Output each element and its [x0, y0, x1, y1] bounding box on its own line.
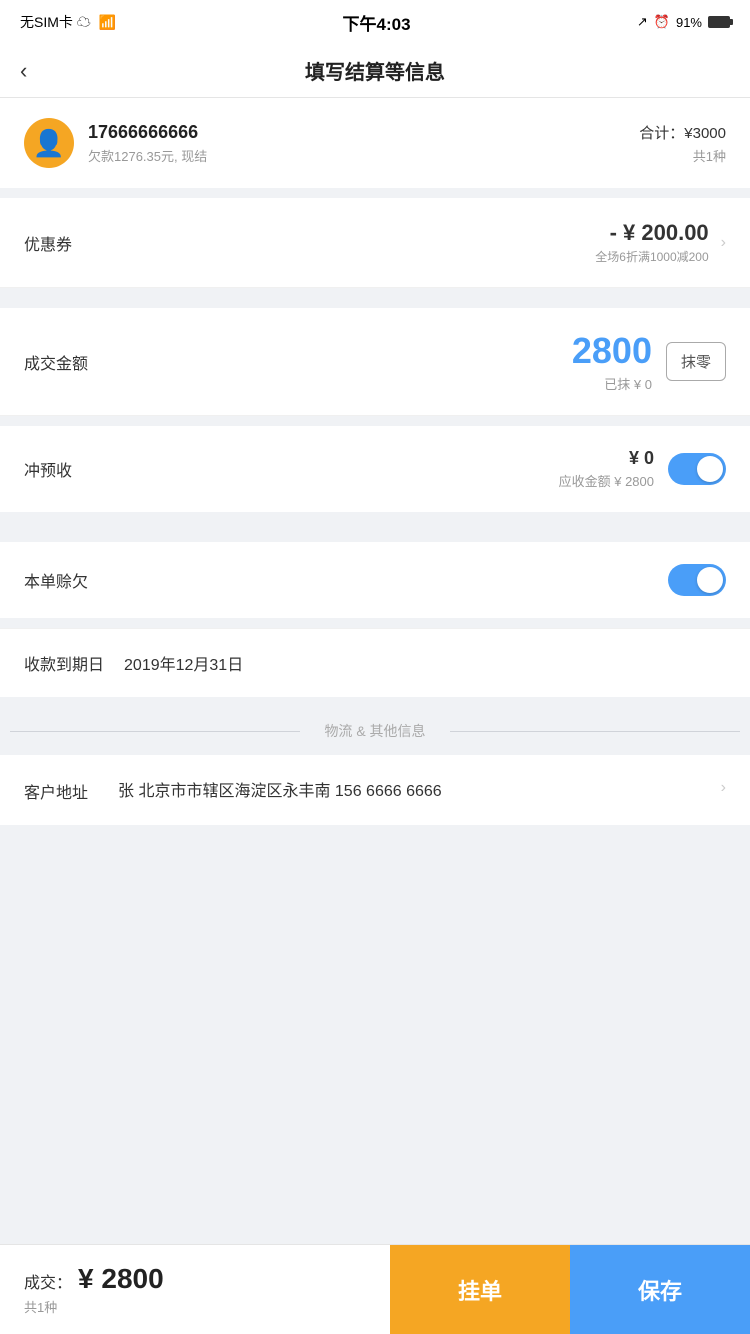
- location-icon: ↗: [637, 14, 648, 30]
- round-button[interactable]: 抹零: [666, 342, 726, 381]
- coupon-label: 优惠券: [24, 231, 72, 255]
- sim-text: 无SIM卡 ☁: [20, 12, 91, 32]
- address-value: 张 北京市市辖区海淀区永丰南 156 6666 6666: [118, 777, 711, 801]
- page-title: 填写结算等信息: [305, 56, 445, 85]
- customer-total: 合计：¥3000 共1种: [639, 122, 726, 165]
- customer-sub-text: 欠款1276.35元, 现结: [88, 146, 207, 165]
- address-label: 客户地址: [24, 777, 88, 803]
- status-bar: 无SIM卡 ☁ 📶 下午4:03 ↗ ⏰ 91%: [0, 0, 750, 44]
- header-line-left: [10, 731, 300, 732]
- back-button[interactable]: ‹: [20, 58, 27, 84]
- prepaid-label: 冲预收: [24, 457, 72, 481]
- prepaid-row: 冲预收 ¥ 0 应收金额 ¥ 2800: [0, 426, 750, 512]
- prepaid-sub: 应收金额 ¥ 2800: [559, 471, 654, 490]
- gray-divider-2: [0, 522, 750, 532]
- footer-info: 成交： ¥ 2800 共1种: [0, 1263, 390, 1316]
- chevron-right-icon: ›: [721, 234, 726, 252]
- prepaid-right: ¥ 0 应收金额 ¥ 2800: [559, 448, 726, 490]
- debt-label: 本单赊欠: [24, 568, 88, 592]
- transaction-amount-wrap: 2800 已抹 ¥ 0: [572, 330, 652, 393]
- transaction-row: 成交金额 2800 已抹 ¥ 0 抹零: [0, 308, 750, 416]
- address-row[interactable]: 客户地址 张 北京市市辖区海淀区永丰南 156 6666 6666 ›: [0, 755, 750, 825]
- footer-sub: 共1种: [24, 1297, 366, 1316]
- bottom-footer: 成交： ¥ 2800 共1种 挂单 保存: [0, 1244, 750, 1334]
- status-time: 下午4:03: [343, 10, 411, 35]
- customer-info-section: 👤 17666666666 欠款1276.35元, 现结 合计：¥3000 共1…: [0, 98, 750, 188]
- empty-space: [0, 835, 750, 1035]
- transaction-right: 2800 已抹 ¥ 0 抹零: [572, 330, 726, 393]
- duedate-label: 收款到期日: [24, 651, 104, 675]
- transaction-amount: 2800: [572, 330, 652, 372]
- address-chevron-icon: ›: [721, 777, 726, 797]
- debt-row: 本单赊欠: [0, 542, 750, 618]
- coupon-sub: 全场6折满1000减200: [595, 248, 708, 265]
- nav-bar: ‹ 填写结算等信息: [0, 44, 750, 98]
- coupon-row[interactable]: 优惠券 - ¥ 200.00 全场6折满1000减200 ›: [0, 198, 750, 288]
- total-count: 共1种: [639, 146, 726, 165]
- prepaid-amount-wrap: ¥ 0 应收金额 ¥ 2800: [559, 448, 654, 490]
- save-button[interactable]: 保存: [570, 1245, 750, 1334]
- duedate-value: 2019年12月31日: [124, 651, 243, 675]
- footer-amount: ¥ 2800: [78, 1263, 164, 1295]
- footer-label: 成交：: [24, 1269, 72, 1293]
- wifi-icon: 📶: [99, 14, 116, 31]
- customer-details: 17666666666 欠款1276.35元, 现结: [88, 122, 207, 165]
- avatar-icon: 👤: [33, 128, 65, 159]
- content-area: 👤 17666666666 欠款1276.35元, 现结 合计：¥3000 共1…: [0, 98, 750, 1135]
- coupon-right: - ¥ 200.00 全场6折满1000减200 ›: [595, 220, 726, 265]
- gray-divider-1: [0, 298, 750, 308]
- customer-phone: 17666666666: [88, 122, 207, 143]
- status-right: ↗ ⏰ 91%: [637, 14, 730, 30]
- hang-button[interactable]: 挂单: [390, 1245, 570, 1334]
- avatar: 👤: [24, 118, 74, 168]
- prepaid-toggle[interactable]: [668, 453, 726, 485]
- duedate-row: 收款到期日 2019年12月31日: [0, 628, 750, 697]
- header-line-right: [450, 731, 740, 732]
- battery-icon: [708, 16, 730, 28]
- transaction-label: 成交金额: [24, 350, 88, 374]
- total-amount: 合计：¥3000: [639, 122, 726, 143]
- alarm-icon: ⏰: [654, 14, 670, 30]
- customer-left: 👤 17666666666 欠款1276.35元, 现结: [24, 118, 207, 168]
- battery-text: 91%: [676, 15, 702, 30]
- transaction-sub: 已抹 ¥ 0: [572, 374, 652, 393]
- prepaid-amount: ¥ 0: [559, 448, 654, 469]
- coupon-amount: - ¥ 200.00: [595, 220, 708, 246]
- status-left: 无SIM卡 ☁ 📶: [20, 12, 116, 32]
- debt-toggle[interactable]: [668, 564, 726, 596]
- logistics-label: 物流 & 其他信息: [324, 721, 425, 741]
- logistics-section-header: 物流 & 其他信息: [0, 707, 750, 755]
